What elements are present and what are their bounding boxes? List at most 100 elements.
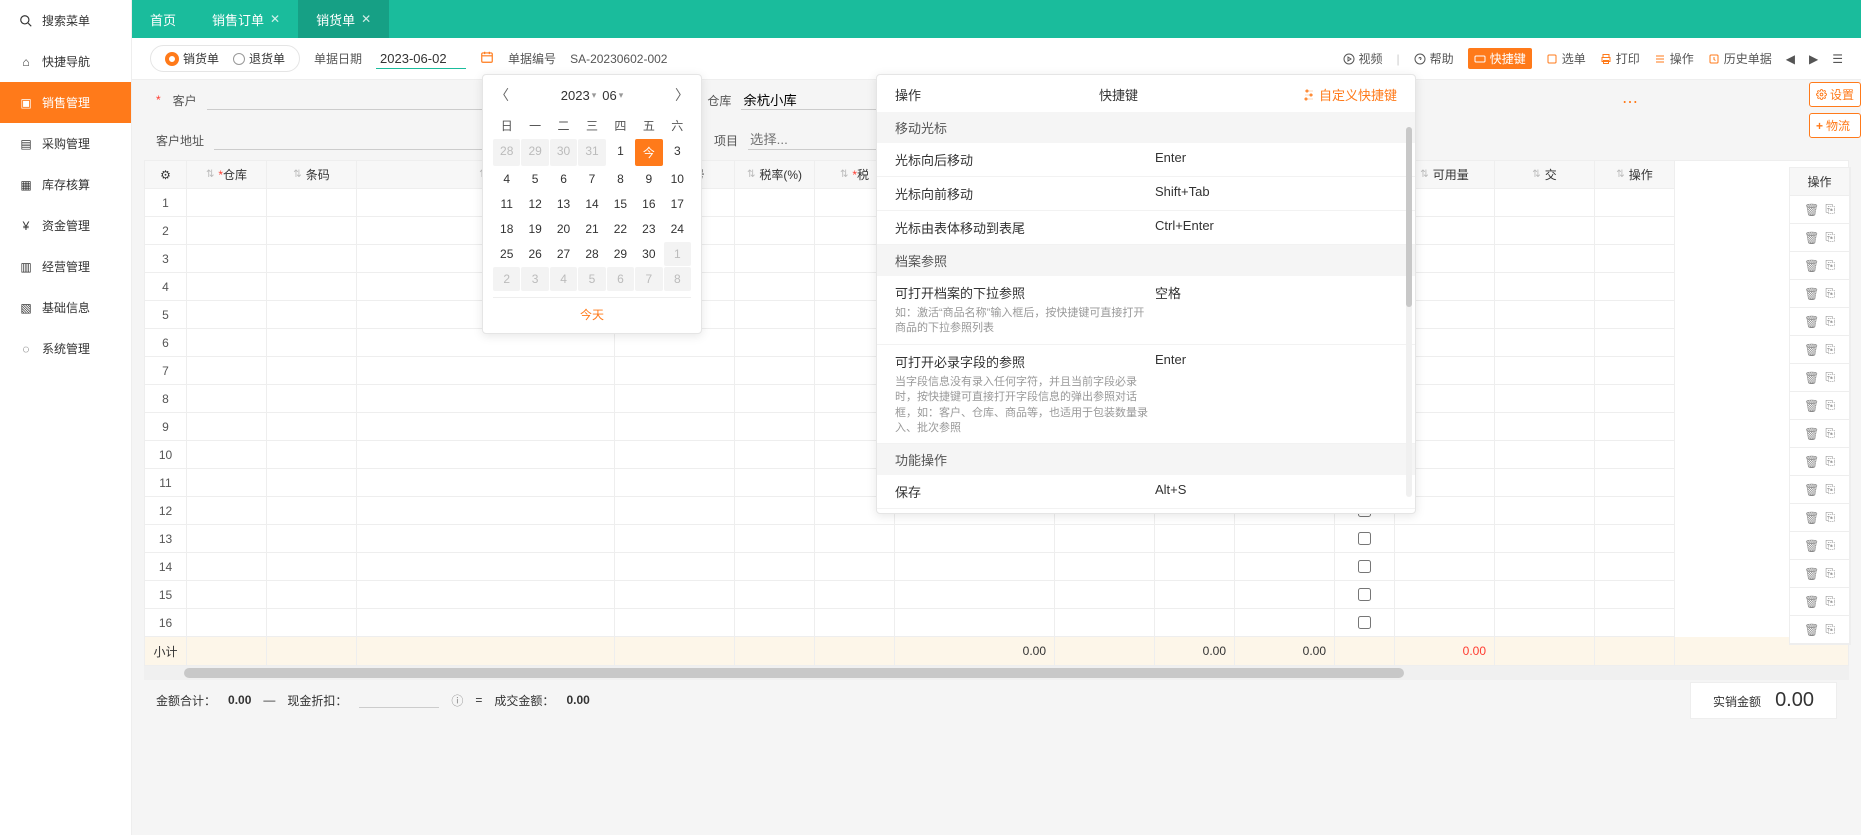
grid-cell[interactable] xyxy=(267,553,357,581)
grid-cell[interactable] xyxy=(187,273,267,301)
grid-cell[interactable] xyxy=(615,497,735,525)
row-copy-icon[interactable]: ⎘ xyxy=(1825,258,1835,273)
row-delete-icon[interactable]: 🗑 xyxy=(1804,455,1819,469)
grid-cell[interactable] xyxy=(357,441,615,469)
grid-cell[interactable] xyxy=(267,441,357,469)
row-copy-icon[interactable]: ⎘ xyxy=(1825,342,1835,357)
cal-day-other[interactable]: 3 xyxy=(521,267,548,291)
grid-cell[interactable] xyxy=(895,581,1055,609)
grid-cell[interactable] xyxy=(1335,609,1395,637)
grid-cell[interactable] xyxy=(735,609,815,637)
grid-cell[interactable] xyxy=(1395,553,1495,581)
grid-cell[interactable] xyxy=(187,553,267,581)
grid-cell[interactable]: 4 xyxy=(145,273,187,301)
grid-cell[interactable] xyxy=(895,609,1055,637)
history-prev-icon[interactable]: ◀ xyxy=(1786,52,1795,66)
grid-cell[interactable] xyxy=(1235,525,1335,553)
grid-cell[interactable]: 8 xyxy=(145,385,187,413)
grid-cell[interactable] xyxy=(1595,217,1675,245)
grid-cell[interactable] xyxy=(1495,469,1595,497)
grid-cell[interactable] xyxy=(1155,609,1235,637)
grid-cell[interactable] xyxy=(1595,469,1675,497)
grid-cell[interactable] xyxy=(1595,413,1675,441)
cal-day[interactable]: 7 xyxy=(578,167,605,191)
row-copy-icon[interactable]: ⎘ xyxy=(1825,454,1835,469)
row-delete-icon[interactable]: 🗑 xyxy=(1804,623,1819,637)
sidebar-item[interactable]: ▥经营管理 xyxy=(0,246,131,287)
row-delete-icon[interactable]: 🗑 xyxy=(1804,231,1819,245)
grid-cell[interactable] xyxy=(187,525,267,553)
grid-cell[interactable] xyxy=(815,553,895,581)
row-delete-icon[interactable]: 🗑 xyxy=(1804,287,1819,301)
grid-cell[interactable] xyxy=(1395,609,1495,637)
menu-icon[interactable]: ☰ xyxy=(1832,52,1843,66)
grid-cell[interactable] xyxy=(735,525,815,553)
tab[interactable]: 销货单✕ xyxy=(298,0,389,38)
row-copy-icon[interactable]: ⎘ xyxy=(1825,314,1835,329)
cal-day[interactable]: 13 xyxy=(550,192,577,216)
grid-cell[interactable] xyxy=(615,441,735,469)
grid-cell[interactable] xyxy=(615,581,735,609)
grid-cell[interactable] xyxy=(267,245,357,273)
grid-cell[interactable] xyxy=(735,441,815,469)
row-delete-icon[interactable]: 🗑 xyxy=(1804,427,1819,441)
cal-day[interactable]: 21 xyxy=(578,217,605,241)
grid-cell[interactable]: 7 xyxy=(145,357,187,385)
cal-day-other[interactable]: 5 xyxy=(578,267,605,291)
cal-day-other[interactable]: 31 xyxy=(578,139,605,166)
gift-checkbox[interactable] xyxy=(1358,588,1371,601)
grid-cell[interactable] xyxy=(187,469,267,497)
grid-cell[interactable]: 16 xyxy=(145,609,187,637)
grid-cell[interactable] xyxy=(187,301,267,329)
grid-cell[interactable] xyxy=(1335,525,1395,553)
bill-date-input[interactable] xyxy=(376,49,466,69)
grid-cell[interactable]: 2 xyxy=(145,217,187,245)
grid-cell[interactable] xyxy=(267,301,357,329)
grid-cell[interactable] xyxy=(357,469,615,497)
row-delete-icon[interactable]: 🗑 xyxy=(1804,399,1819,413)
grid-cell[interactable] xyxy=(1595,273,1675,301)
help-link[interactable]: 帮助 xyxy=(1414,50,1454,67)
row-delete-icon[interactable]: 🗑 xyxy=(1804,371,1819,385)
grid-cell[interactable] xyxy=(1235,581,1335,609)
sidebar-item[interactable]: ▦库存核算 xyxy=(0,164,131,205)
cal-prev-icon[interactable]: 〈 xyxy=(495,85,509,105)
row-copy-icon[interactable]: ⎘ xyxy=(1825,622,1835,637)
row-delete-icon[interactable]: 🗑 xyxy=(1804,595,1819,609)
grid-col-header[interactable]: ⇅条码 xyxy=(267,161,357,189)
grid-cell[interactable] xyxy=(1335,553,1395,581)
calendar-today-button[interactable]: 今天 xyxy=(493,297,691,323)
settings-button[interactable]: 设置 xyxy=(1809,82,1861,107)
grid-cell[interactable] xyxy=(1395,581,1495,609)
grid-cell[interactable] xyxy=(357,497,615,525)
row-copy-icon[interactable]: ⎘ xyxy=(1825,370,1835,385)
grid-cell[interactable] xyxy=(267,273,357,301)
grid-cell[interactable]: 1 xyxy=(145,189,187,217)
history-next-icon[interactable]: ▶ xyxy=(1809,52,1818,66)
gear-icon[interactable]: ⚙ xyxy=(160,168,171,182)
cal-day[interactable]: 28 xyxy=(578,242,605,266)
grid-cell[interactable] xyxy=(357,525,615,553)
row-delete-icon[interactable]: 🗑 xyxy=(1804,567,1819,581)
info-icon[interactable]: ⓘ xyxy=(451,692,463,709)
grid-cell[interactable] xyxy=(357,609,615,637)
grid-cell[interactable] xyxy=(357,357,615,385)
grid-col-header[interactable]: ⇅操作 xyxy=(1595,161,1675,189)
grid-cell[interactable] xyxy=(1595,189,1675,217)
grid-cell[interactable] xyxy=(735,245,815,273)
grid-cell[interactable] xyxy=(1235,553,1335,581)
cal-day[interactable]: 18 xyxy=(493,217,520,241)
grid-cell[interactable] xyxy=(187,217,267,245)
grid-cell[interactable] xyxy=(357,413,615,441)
grid-cell[interactable] xyxy=(187,581,267,609)
cal-day[interactable]: 9 xyxy=(635,167,662,191)
grid-cell[interactable] xyxy=(895,525,1055,553)
grid-cell[interactable] xyxy=(735,329,815,357)
cal-day-other[interactable]: 2 xyxy=(493,267,520,291)
radio-sales-bill[interactable]: 销货单 xyxy=(165,50,219,67)
grid-cell[interactable]: 13 xyxy=(145,525,187,553)
radio-return-bill[interactable]: 退货单 xyxy=(233,50,285,67)
grid-cell[interactable] xyxy=(1595,245,1675,273)
grid-cell[interactable] xyxy=(267,525,357,553)
cal-day[interactable]: 11 xyxy=(493,192,520,216)
